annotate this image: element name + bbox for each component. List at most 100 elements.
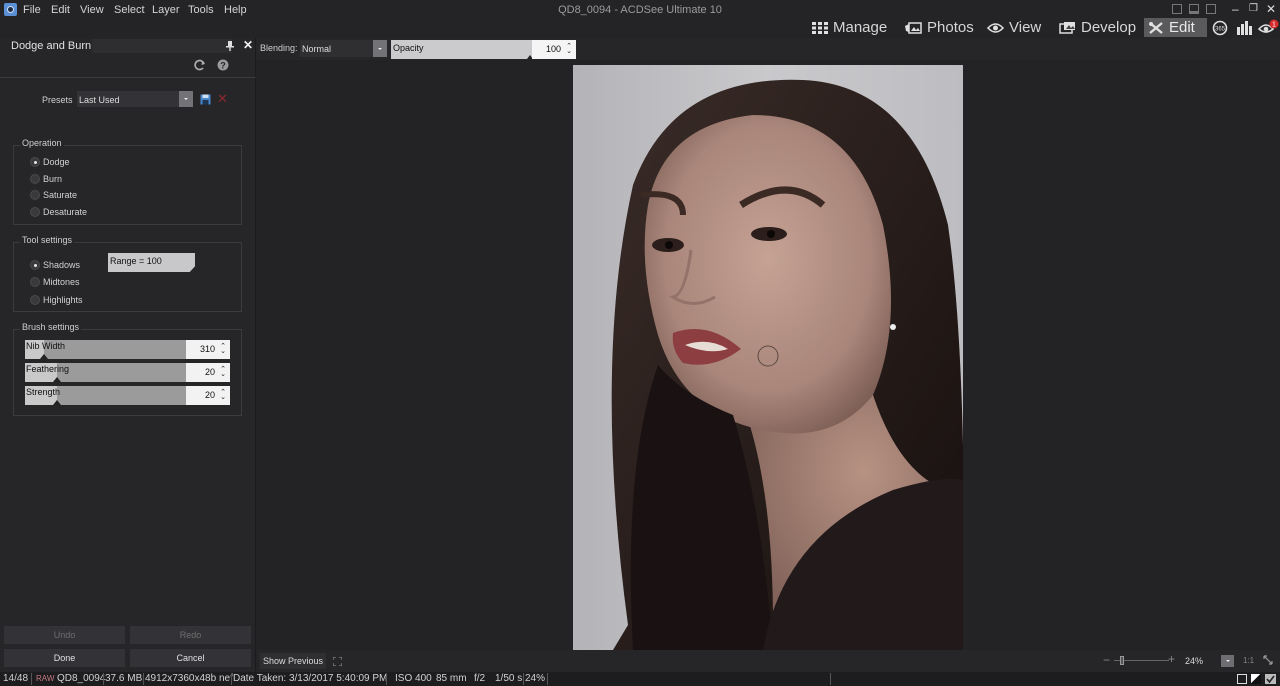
fullscreen-icon[interactable] <box>333 657 342 666</box>
presets-label: Presets <box>42 95 73 105</box>
radio-shadows-label: Shadows <box>43 260 81 270</box>
nib-width-handle[interactable] <box>40 354 48 359</box>
opacity-spinner-icon[interactable]: ⌃ ⌄ <box>565 43 573 55</box>
strength-slider[interactable]: Strength 20 ⌃ ⌄ <box>25 386 230 405</box>
panel-drag-handle[interactable] <box>92 39 232 53</box>
help-icon[interactable]: ? <box>217 59 229 71</box>
feathering-spinner-icon[interactable]: ⌃ ⌄ <box>219 366 227 378</box>
tool-settings-label: Tool settings <box>20 235 75 245</box>
radio-midtones[interactable]: Midtones <box>30 277 80 287</box>
radio-highlights-label: Highlights <box>43 295 83 305</box>
status-dimensions: 4912x7360x48b nef <box>145 673 233 684</box>
pin-icon[interactable] <box>226 41 234 51</box>
mode-photos-label: Photos <box>927 19 974 36</box>
close-window-button[interactable]: ✕ <box>1266 2 1276 16</box>
status-index: 14/48 <box>3 673 29 684</box>
mode-photos[interactable]: Photos <box>900 18 978 37</box>
nib-width-spinner-icon[interactable]: ⌃ ⌄ <box>219 343 227 355</box>
panel-title: Dodge and Burn <box>11 40 92 52</box>
strength-input[interactable]: 20 ⌃ ⌄ <box>186 386 230 405</box>
radio-highlights-indicator[interactable] <box>30 295 40 305</box>
nib-width-input[interactable]: 310 ⌃ ⌄ <box>186 340 230 359</box>
zoom-dropdown[interactable] <box>1221 655 1234 667</box>
nib-width-slider[interactable]: Nib Width 310 ⌃ ⌄ <box>25 340 230 359</box>
status-zoom: 24% <box>525 673 546 684</box>
mode-manage[interactable]: Manage <box>808 18 891 37</box>
opacity-label: Opacity <box>393 43 424 53</box>
strength-spinner-icon[interactable]: ⌃ ⌄ <box>219 389 227 401</box>
undo-button[interactable]: Undo <box>4 626 125 644</box>
blending-dropdown-arrow[interactable] <box>373 40 387 57</box>
365-icon[interactable]: 365 <box>1212 20 1228 36</box>
feathering-input[interactable]: 20 ⌃ ⌄ <box>186 363 230 382</box>
photo-portrait[interactable] <box>573 65 963 650</box>
status-iso: ISO 400 <box>395 673 432 684</box>
mode-edit-label: Edit <box>1169 19 1195 36</box>
zoom-value: 24% <box>1185 656 1204 666</box>
radio-saturate-indicator[interactable] <box>30 190 40 200</box>
strength-label: Strength <box>26 387 61 397</box>
layout-left-pane-icon[interactable] <box>1172 4 1182 14</box>
presets-dropdown-arrow[interactable] <box>179 91 193 107</box>
mode-develop-label: Develop <box>1081 19 1137 36</box>
reset-icon[interactable] <box>194 59 206 71</box>
strength-handle[interactable] <box>53 400 61 405</box>
range-label: Range = 100 <box>110 256 162 266</box>
radio-burn-indicator[interactable] <box>30 174 40 184</box>
status-date-taken: Date Taken: 3/13/2017 5:40:09 PM <box>233 673 388 684</box>
svg-text:?: ? <box>220 60 226 70</box>
blending-value: Normal <box>302 44 332 54</box>
opacity-slider[interactable]: Opacity 100 ⌃ ⌄ <box>391 40 576 59</box>
mode-manage-label: Manage <box>833 19 888 36</box>
mode-view[interactable]: View <box>983 18 1045 37</box>
zoom-slider-handle[interactable] <box>1120 656 1124 665</box>
status-aperture: f/2 <box>474 673 486 684</box>
dashboard-icon[interactable] <box>1236 20 1252 35</box>
layout-right-pane-icon[interactable] <box>1206 4 1216 14</box>
radio-burn[interactable]: Burn <box>30 174 62 184</box>
checkmark-icon[interactable] <box>1265 674 1276 684</box>
eye-icon <box>987 22 1004 33</box>
actual-size-button[interactable]: 1:1 <box>1243 656 1254 665</box>
radio-dodge[interactable]: Dodge <box>30 157 70 167</box>
feathering-slider[interactable]: Feathering 20 ⌃ ⌄ <box>25 363 230 382</box>
photos-icon <box>905 21 922 34</box>
redo-button[interactable]: Redo <box>130 626 251 644</box>
minimize-button[interactable]: – <box>1232 2 1239 16</box>
mode-develop[interactable]: Develop <box>1055 18 1140 37</box>
restore-button[interactable]: ❐ <box>1249 3 1258 14</box>
radio-midtones-indicator[interactable] <box>30 277 40 287</box>
radio-shadows-indicator[interactable] <box>30 260 40 270</box>
presets-dropdown[interactable]: Last Used <box>77 91 193 107</box>
opacity-input[interactable]: 100 ⌃ ⌄ <box>532 40 576 59</box>
blending-dropdown[interactable]: Normal <box>300 40 387 57</box>
notifications-icon[interactable]: 1 <box>1258 18 1280 36</box>
dodge-burn-panel: Dodge and Burn ✕ ? Presets Last Used ✕ O… <box>0 38 256 672</box>
fit-to-screen-icon[interactable] <box>1263 655 1273 665</box>
save-preset-icon[interactable] <box>200 94 211 105</box>
radio-highlights[interactable]: Highlights <box>30 295 83 305</box>
canvas-bottom-bar: Show Previous − + 24% 1:1 <box>257 650 1280 672</box>
zoom-in-button[interactable]: + <box>1168 652 1175 666</box>
show-previous-button[interactable]: Show Previous <box>260 653 327 669</box>
mode-edit[interactable]: Edit <box>1144 18 1207 37</box>
done-button[interactable]: Done <box>4 649 125 667</box>
radio-desaturate[interactable]: Desaturate <box>30 207 87 217</box>
close-panel-button[interactable]: ✕ <box>243 38 253 52</box>
zoom-out-button[interactable]: − <box>1103 653 1110 667</box>
mask-overlay-icon[interactable] <box>1251 674 1261 684</box>
image-canvas[interactable] <box>257 60 1280 650</box>
feathering-handle[interactable] <box>53 377 61 382</box>
layout-bottom-pane-icon[interactable] <box>1189 4 1199 14</box>
tool-settings-group: Tool settings Shadows Midtones Highlight… <box>13 235 242 312</box>
feathering-label: Feathering <box>26 364 70 374</box>
cancel-button[interactable]: Cancel <box>130 649 251 667</box>
radio-dodge-indicator[interactable] <box>30 157 40 167</box>
delete-preset-icon[interactable]: ✕ <box>217 91 228 107</box>
no-mask-icon[interactable] <box>1237 674 1247 684</box>
status-separator <box>830 673 831 685</box>
radio-shadows[interactable]: Shadows <box>30 260 80 270</box>
radio-saturate[interactable]: Saturate <box>30 190 77 200</box>
range-slider[interactable]: Range = 100 <box>108 253 195 272</box>
radio-desaturate-indicator[interactable] <box>30 207 40 217</box>
